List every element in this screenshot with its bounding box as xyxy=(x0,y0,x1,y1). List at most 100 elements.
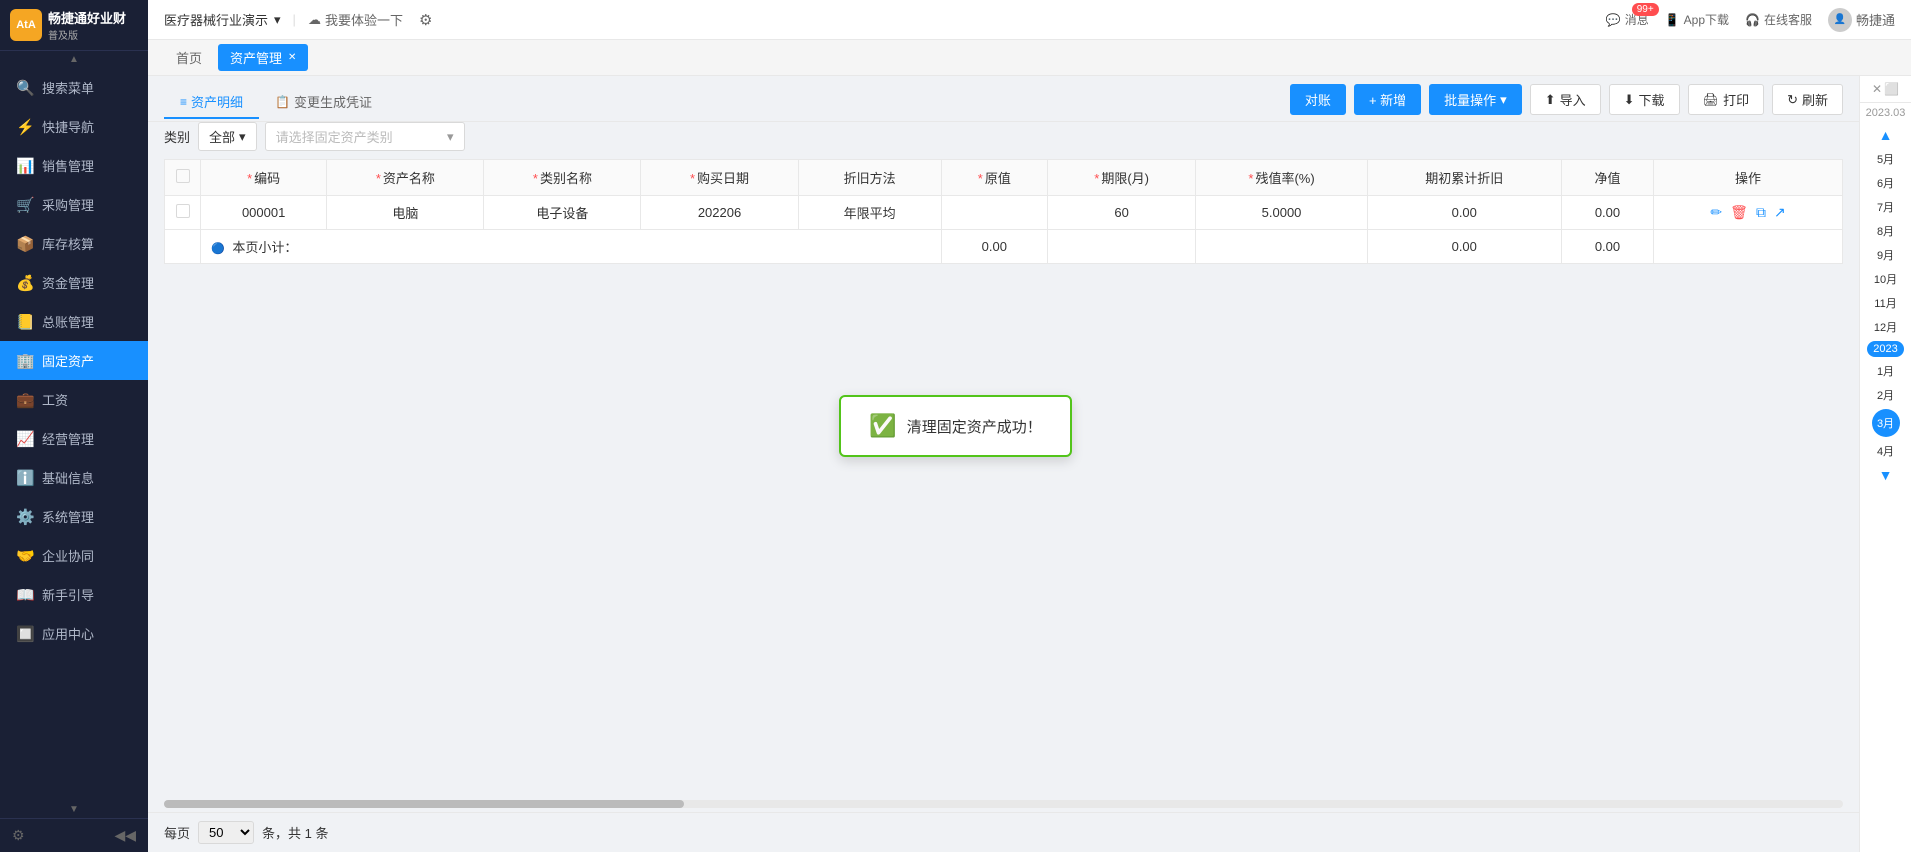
sidebar-item-guide[interactable]: 📖 新手引导 xyxy=(0,575,148,614)
dropdown-arrow-icon: ▾ xyxy=(1500,92,1507,108)
import-icon: ⬆ xyxy=(1545,92,1556,108)
online-service-item[interactable]: 🎧 在线客服 xyxy=(1745,11,1812,28)
sidebar-item-fixed-assets[interactable]: 🏢 固定资产 xyxy=(0,341,148,380)
print-button[interactable]: 🖨 打印 xyxy=(1688,84,1765,115)
settings-icon[interactable]: ⚙ xyxy=(12,827,25,844)
timeline-month-1[interactable]: 1月 xyxy=(1860,359,1911,383)
cell-original-value xyxy=(941,196,1047,230)
timeline-month-8[interactable]: 8月 xyxy=(1860,219,1911,243)
import-button[interactable]: ⬆ 导入 xyxy=(1530,84,1601,115)
sidebar-item-fund[interactable]: 💰 资金管理 xyxy=(0,263,148,302)
headset-icon: 🎧 xyxy=(1745,13,1760,27)
filter-row: 类别 全部 ▾ 请选择固定资产类别 ▾ xyxy=(148,122,1859,159)
th-residual: *残值率(%) xyxy=(1196,160,1367,196)
cell-category: 电子设备 xyxy=(484,196,641,230)
th-depreciation: 折旧方法 xyxy=(798,160,941,196)
timeline-expand-icon[interactable]: ⬜ xyxy=(1884,82,1899,96)
purchase-icon: 🛒 xyxy=(16,196,34,214)
fixed-assets-icon: 🏢 xyxy=(16,352,34,370)
per-page-select[interactable]: 50 10 20 100 xyxy=(198,821,254,844)
total-count: 条，共 1 条 xyxy=(262,823,328,842)
category-search-input[interactable]: 请选择固定资产类别 ▾ xyxy=(265,122,465,151)
sidebar-item-purchase[interactable]: 🛒 采购管理 xyxy=(0,185,148,224)
cell-period: 60 xyxy=(1047,196,1196,230)
topbar-divider: | xyxy=(293,12,296,27)
sidebar-item-ledger[interactable]: 📒 总账管理 xyxy=(0,302,148,341)
sidebar-scroll-up[interactable]: ▲ xyxy=(0,51,148,68)
copy-icon[interactable]: ⧉ xyxy=(1756,204,1766,221)
tab-close-icon[interactable]: ✕ xyxy=(288,52,296,63)
timeline-month-active[interactable]: 3月 xyxy=(1872,409,1900,437)
cell-purchase-date: 202206 xyxy=(641,196,798,230)
app-center-icon: 🔲 xyxy=(16,625,34,643)
select-all-header[interactable] xyxy=(165,160,201,196)
edit-icon[interactable]: ✏ xyxy=(1710,204,1722,221)
reconcile-button[interactable]: 对账 xyxy=(1290,84,1346,115)
select-arrow-icon: ▾ xyxy=(239,129,246,145)
main-content: ≡ 资产明细 📋 变更生成凭证 对账 + 新增 批量操作 ▾ ⬆ xyxy=(148,76,1859,852)
timeline-month-11[interactable]: 11月 xyxy=(1860,291,1911,315)
message-icon: 💬 xyxy=(1606,13,1621,27)
download-button[interactable]: ⬇ 下载 xyxy=(1609,84,1680,115)
th-code: *编码 xyxy=(201,160,327,196)
timeline-year-label: 2023.03 xyxy=(1862,103,1910,123)
timeline-year-badge[interactable]: 2023 xyxy=(1867,341,1903,357)
select-all-checkbox[interactable] xyxy=(176,169,190,183)
sidebar-item-system[interactable]: ⚙️ 系统管理 xyxy=(0,497,148,536)
refresh-button[interactable]: ↻ 刷新 xyxy=(1772,84,1843,115)
sales-icon: 📊 xyxy=(16,157,34,175)
timeline-month-12[interactable]: 12月 xyxy=(1860,315,1911,339)
subtab-change-voucher[interactable]: 📋 变更生成凭证 xyxy=(259,86,388,119)
sidebar-item-quick-nav[interactable]: ⚡ 快捷导航 xyxy=(0,107,148,146)
new-button[interactable]: + 新增 xyxy=(1354,84,1421,115)
experience-btn[interactable]: ☁ 我要体验一下 xyxy=(308,10,403,29)
ops-icon: 📈 xyxy=(16,430,34,448)
timeline-month-10[interactable]: 10月 xyxy=(1860,267,1911,291)
timeline-down-icon[interactable]: ▼ xyxy=(1875,463,1897,487)
timeline-month-5[interactable]: 5月 xyxy=(1860,147,1911,171)
timeline-month-2[interactable]: 2月 xyxy=(1860,383,1911,407)
sidebar-scroll-down[interactable]: ▼ xyxy=(0,801,148,818)
gear-icon[interactable]: ⚙ xyxy=(419,11,432,29)
company-selector[interactable]: 医疗器械行业演示 ▾ xyxy=(164,10,281,29)
avatar: 👤 xyxy=(1828,8,1852,32)
sidebar-item-inventory[interactable]: 📦 库存核算 xyxy=(0,224,148,263)
timeline-month-7[interactable]: 7月 xyxy=(1860,195,1911,219)
sidebar-item-app-center[interactable]: 🔲 应用中心 xyxy=(0,614,148,653)
subtab-asset-detail[interactable]: ≡ 资产明细 xyxy=(164,86,259,119)
sidebar-item-search[interactable]: 🔍 搜索菜单 xyxy=(0,68,148,107)
timeline-month-6[interactable]: 6月 xyxy=(1860,171,1911,195)
timeline-month-4[interactable]: 4月 xyxy=(1860,439,1911,463)
enterprise-icon: 🤝 xyxy=(16,547,34,565)
tab-home[interactable]: 首页 xyxy=(164,44,214,71)
collapse-icon[interactable]: ◀◀ xyxy=(114,827,136,844)
sidebar-item-salary[interactable]: 💼 工资 xyxy=(0,380,148,419)
cell-initial-dep: 0.00 xyxy=(1367,196,1561,230)
category-type-select[interactable]: 全部 ▾ xyxy=(198,122,257,151)
message-item[interactable]: 💬 消息 99+ xyxy=(1606,11,1649,28)
tab-asset-management[interactable]: 资产管理 ✕ xyxy=(218,44,308,71)
sidebar-item-ops[interactable]: 📈 经营管理 xyxy=(0,419,148,458)
per-page-label: 每页 xyxy=(164,823,190,842)
delete-icon[interactable]: 🗑 xyxy=(1730,204,1748,221)
timeline-close-icon[interactable]: ✕ xyxy=(1872,82,1882,96)
user-area[interactable]: 👤 畅捷通 xyxy=(1828,8,1895,32)
timeline-up-icon[interactable]: ▲ xyxy=(1875,123,1897,147)
sidebar-item-sales[interactable]: 📊 销售管理 xyxy=(0,146,148,185)
topbar: 医疗器械行业演示 ▾ | ☁ 我要体验一下 ⚙ 💬 消息 99+ 📱 App下载… xyxy=(148,0,1911,40)
tabs-bar: 首页 资产管理 ✕ xyxy=(148,40,1911,76)
print-icon: 🖨 xyxy=(1703,92,1720,108)
app-download-item[interactable]: 📱 App下载 xyxy=(1665,11,1729,28)
cloud-icon: ☁ xyxy=(308,12,321,28)
cell-code: 000001 xyxy=(201,196,327,230)
sidebar-item-enterprise[interactable]: 🤝 企业协同 xyxy=(0,536,148,575)
sidebar-item-basic-info[interactable]: ℹ️ 基础信息 xyxy=(0,458,148,497)
th-purchase-date: *购买日期 xyxy=(641,160,798,196)
batch-ops-button[interactable]: 批量操作 ▾ xyxy=(1429,84,1522,115)
timeline-month-9[interactable]: 9月 xyxy=(1860,243,1911,267)
row-checkbox[interactable] xyxy=(165,196,201,230)
salary-icon: 💼 xyxy=(16,391,34,409)
more-icon[interactable]: ↗ xyxy=(1774,204,1786,221)
scrollbar-thumb[interactable] xyxy=(164,800,684,808)
horizontal-scrollbar[interactable] xyxy=(164,800,1843,808)
